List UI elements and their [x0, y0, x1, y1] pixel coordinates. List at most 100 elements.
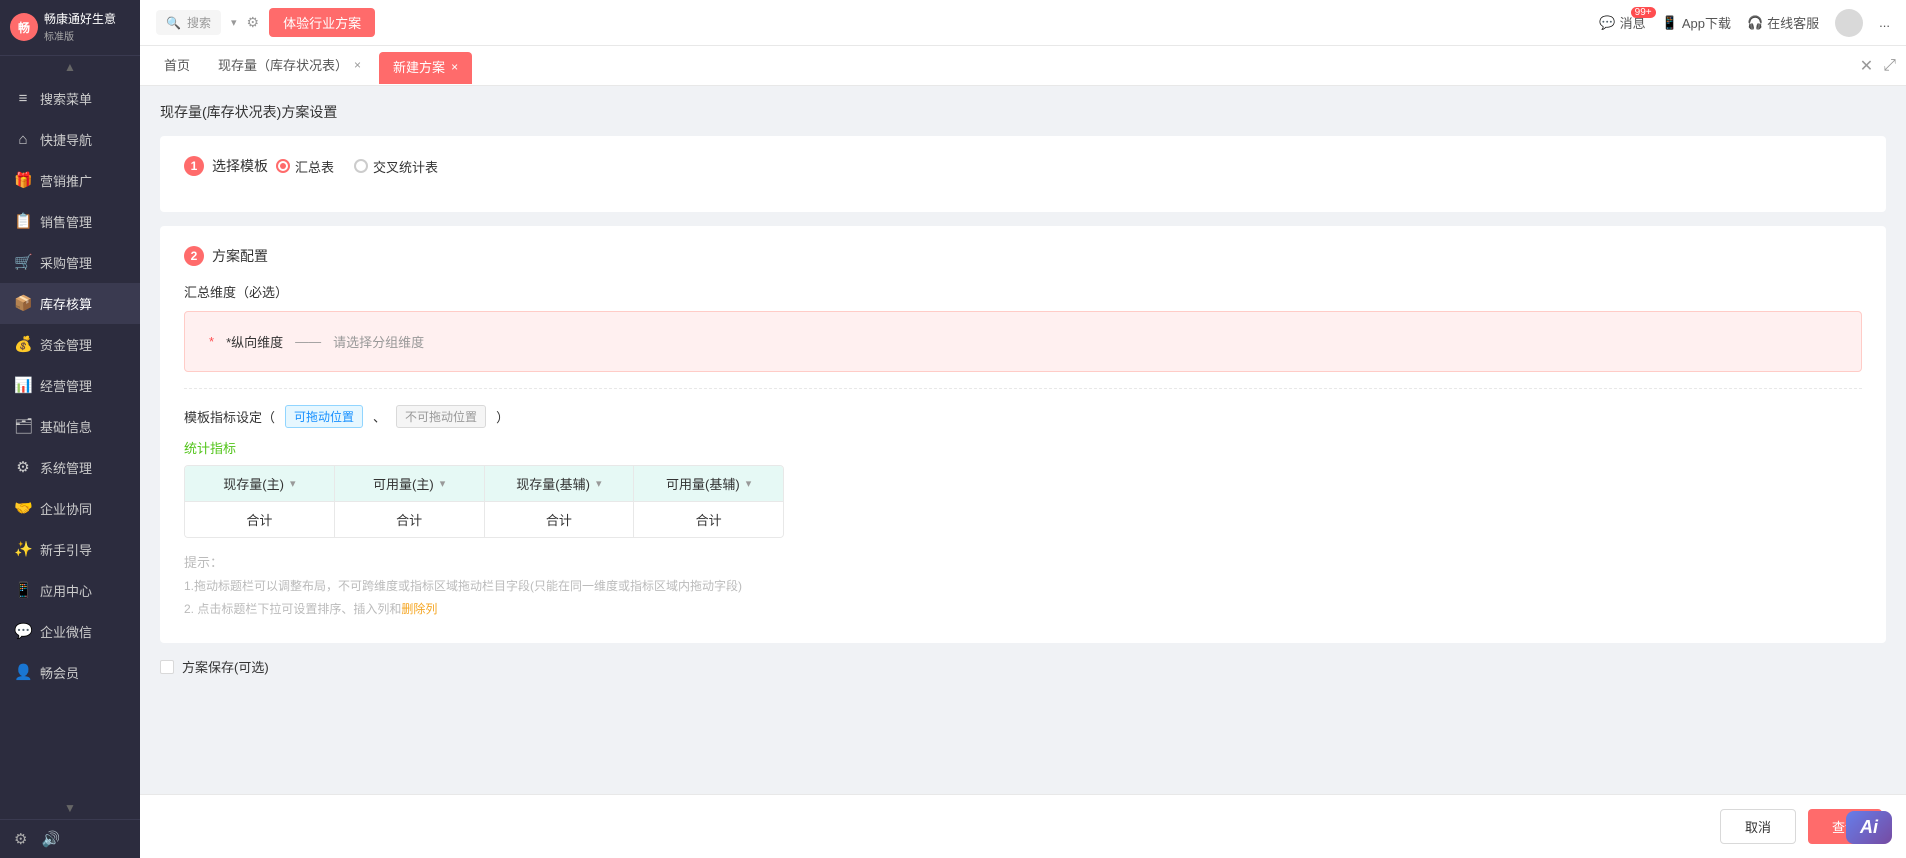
tab-new-plan[interactable]: 新建方案 ×	[379, 52, 472, 84]
stats-col-0-caret: ▾	[290, 477, 296, 490]
sidebar-item-label: 基础信息	[40, 417, 92, 436]
save-plan-label: 方案保存(可选)	[182, 657, 269, 676]
sidebar-logo: 畅 畅康通好生意 标准版	[0, 0, 140, 56]
sidebar-item-wechat[interactable]: 💬 企业微信	[0, 611, 140, 652]
app-edition: 标准版	[44, 28, 116, 43]
radio-summary-label: 汇总表	[295, 157, 334, 176]
tips-title: 提示：	[184, 552, 1862, 571]
online-service-group[interactable]: 🎧 在线客服	[1747, 13, 1819, 32]
sidebar-item-label: 应用中心	[40, 581, 92, 600]
app-logo-icon: 畅	[10, 13, 38, 41]
step1-badge: 1	[184, 156, 204, 176]
stats-table-body: 合计 合计 合计 合计	[185, 501, 783, 537]
sidebar-scroll-down[interactable]: ▼	[0, 797, 140, 819]
stats-cell-0-3: 合计	[634, 502, 783, 537]
messages-badge: 99+	[1631, 7, 1656, 18]
ai-badge[interactable]: Ai	[1846, 811, 1892, 844]
volume-icon[interactable]: 🔊	[41, 830, 60, 848]
save-plan-checkbox[interactable]	[160, 660, 174, 674]
sidebar-scroll-up[interactable]: ▲	[0, 56, 140, 78]
tab-inventory-close-icon[interactable]: ×	[354, 58, 361, 72]
sidebar-item-operations[interactable]: 📊 经营管理	[0, 365, 140, 406]
sidebar-item-label: 系统管理	[40, 458, 92, 477]
sidebar-item-search-menu[interactable]: ≡ 搜索菜单	[0, 78, 140, 119]
tabs-right: ✕ ⤢	[1860, 56, 1896, 76]
sidebar-item-label: 搜索菜单	[40, 89, 92, 108]
sidebar-item-basic-info[interactable]: 🗂 基础信息	[0, 406, 140, 447]
tab-home-label: 首页	[164, 55, 190, 74]
sidebar-item-label: 新手引导	[40, 540, 92, 559]
close-panel-icon[interactable]: ✕	[1860, 56, 1873, 76]
step2-header: 2 方案配置	[184, 246, 1862, 266]
user-avatar[interactable]	[1835, 9, 1863, 37]
stats-table: 现存量(主) ▾ 可用量(主) ▾ 现存量(基辅) ▾ 可用量(基辅) ▾	[184, 465, 784, 538]
sidebar-item-label: 库存核算	[40, 294, 92, 313]
step2-badge: 2	[184, 246, 204, 266]
sidebar-item-app-center[interactable]: 📱 应用中心	[0, 570, 140, 611]
stats-section-title: 统计指标	[184, 438, 1862, 457]
tab-new-plan-label: 新建方案	[393, 57, 445, 76]
tab-new-plan-close-icon[interactable]: ×	[451, 60, 458, 74]
sidebar-item-marketing[interactable]: 🎁 营销推广	[0, 160, 140, 201]
cancel-button[interactable]: 取消	[1720, 809, 1796, 844]
sidebar: 畅 畅康通好生意 标准版 ▲ ≡ 搜索菜单 ⌂ 快捷导航 🎁 营销推广 📋 销售…	[0, 0, 140, 858]
stats-cell-0-1: 合计	[335, 502, 485, 537]
expand-icon[interactable]: ⤢	[1883, 57, 1896, 75]
system-icon: ⚙	[14, 458, 32, 476]
sidebar-item-inventory[interactable]: 📦 库存核算	[0, 283, 140, 324]
template-radio-group: 汇总表 交叉统计表	[276, 157, 438, 176]
app-download-group[interactable]: 📱 App下载	[1662, 13, 1731, 32]
settings-icon[interactable]: ⚙	[14, 830, 27, 848]
stats-header-cell-0[interactable]: 现存量(主) ▾	[185, 466, 335, 501]
stats-col-3-label: 可用量(基辅)	[666, 474, 740, 493]
username: ...	[1879, 15, 1890, 30]
sidebar-item-cooperation[interactable]: 🤝 企业协同	[0, 488, 140, 529]
step2-title: 方案配置	[212, 246, 268, 266]
sidebar-item-label: 资金管理	[40, 335, 92, 354]
radio-summary[interactable]: 汇总表	[276, 157, 334, 176]
step2-card: 2 方案配置 汇总维度（必选） * *纵向维度 —— 请选择分组维度 模板指标设…	[160, 226, 1886, 643]
sidebar-item-label: 快捷导航	[40, 130, 92, 149]
footer-actions: 取消 查询	[140, 794, 1906, 858]
step1-card: 1 选择模板 汇总表 交叉统计表	[160, 136, 1886, 212]
indicator-separator: 、	[373, 407, 386, 426]
sidebar-item-system[interactable]: ⚙ 系统管理	[0, 447, 140, 488]
wechat-icon: 💬	[14, 622, 32, 640]
sidebar-item-purchase[interactable]: 🛒 采购管理	[0, 242, 140, 283]
stats-col-3-caret: ▾	[746, 477, 752, 490]
trial-button[interactable]: 体验行业方案	[269, 8, 375, 37]
tab-inventory[interactable]: 现存量（库存状况表） ×	[204, 46, 375, 86]
search-menu-icon: ≡	[14, 90, 32, 107]
search-placeholder: 搜索	[187, 14, 211, 31]
sidebar-footer: ⚙ 🔊	[0, 819, 140, 858]
radio-cross[interactable]: 交叉统计表	[354, 157, 438, 176]
stats-col-1-label: 可用量(主)	[373, 474, 434, 493]
sidebar-item-label: 采购管理	[40, 253, 92, 272]
app-name-block: 畅康通好生意 标准版	[44, 12, 116, 43]
sidebar-item-sales[interactable]: 📋 销售管理	[0, 201, 140, 242]
messages-group[interactable]: 💬 消息 99+	[1599, 13, 1645, 32]
sidebar-item-member[interactable]: 👤 畅会员	[0, 652, 140, 693]
stats-cell-0-2: 合计	[485, 502, 635, 537]
app-download-label: App下载	[1682, 13, 1731, 32]
sidebar-item-new-guide[interactable]: ✨ 新手引导	[0, 529, 140, 570]
tab-home[interactable]: 首页	[150, 46, 204, 86]
purchase-icon: 🛒	[14, 253, 32, 271]
radio-cross-label: 交叉统计表	[373, 157, 438, 176]
search-bar[interactable]: 🔍 搜索	[156, 10, 221, 35]
dimension-row: * *纵向维度 —— 请选择分组维度	[209, 332, 1837, 351]
step1-header: 1 选择模板 汇总表 交叉统计表	[184, 156, 1862, 176]
stats-header-cell-2[interactable]: 现存量(基辅) ▾	[485, 466, 635, 501]
headset-icon: 🎧	[1747, 15, 1763, 31]
sidebar-item-finance[interactable]: 💰 资金管理	[0, 324, 140, 365]
section-divider	[184, 388, 1862, 389]
stats-col-0-label: 现存量(主)	[223, 474, 284, 493]
stats-header-cell-1[interactable]: 可用量(主) ▾	[335, 466, 485, 501]
sidebar-item-quick-nav[interactable]: ⌂ 快捷导航	[0, 119, 140, 160]
search-caret-icon[interactable]: ▾	[231, 16, 237, 29]
stats-header-cell-3[interactable]: 可用量(基辅) ▾	[634, 466, 783, 501]
main-area: 🔍 搜索 ▾ ⚙ 体验行业方案 💬 消息 99+ 📱 App下载 🎧 在线客服 …	[140, 0, 1906, 858]
topbar-gear-icon[interactable]: ⚙	[247, 14, 260, 31]
quick-nav-icon: ⌂	[14, 131, 32, 148]
save-plan-row: 方案保存(可选)	[160, 657, 1886, 676]
